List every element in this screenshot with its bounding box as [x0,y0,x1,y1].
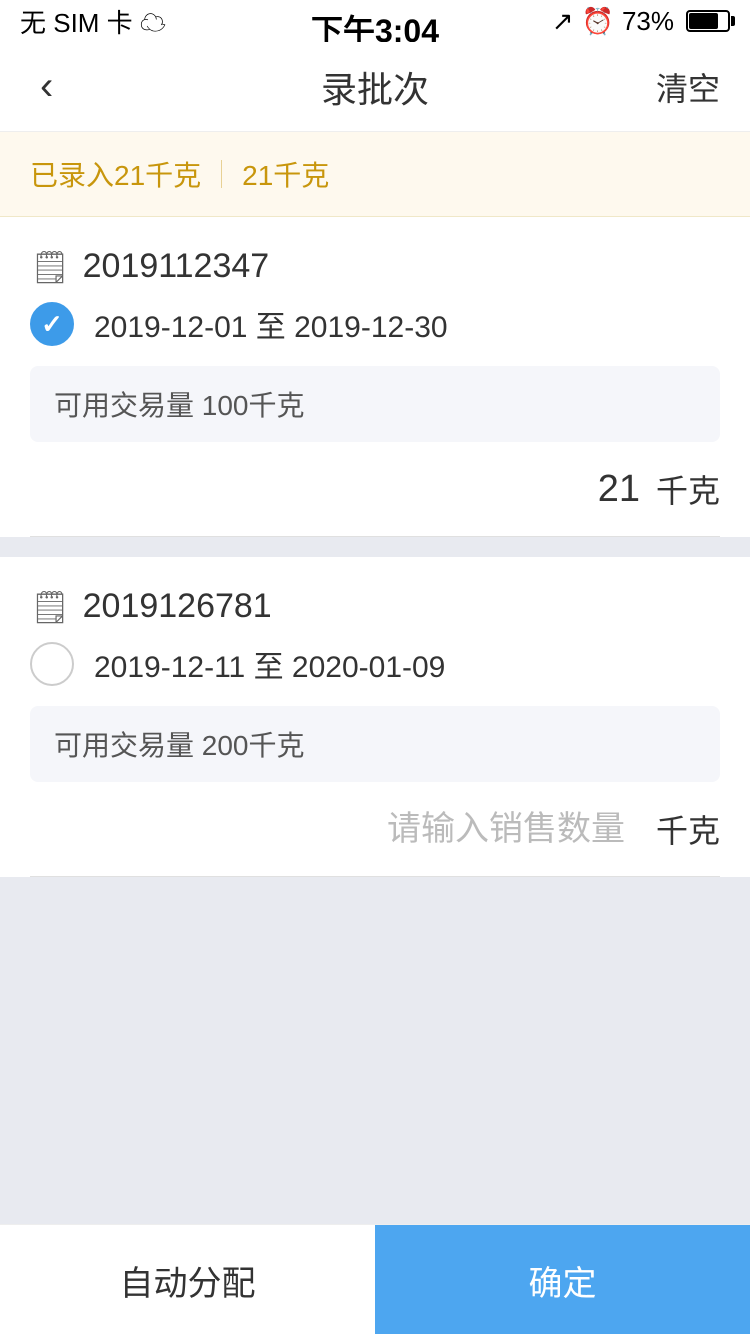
batch1-checkbox[interactable]: ✓ [30,302,74,346]
section-gap [0,537,750,557]
batch2-id: 2019126781 [83,587,272,626]
back-button[interactable]: ‹ [30,54,63,119]
info-divider [221,160,222,188]
batch1-id: 2019112347 [83,247,270,286]
clear-button[interactable]: 清空 [656,64,720,110]
doc-icon-1: 🗒 [30,248,71,286]
recorded-value: 21千克 [242,154,329,194]
batch1-amount: 21 [598,468,640,511]
bottom-bar: 自动分配 确定 [0,1224,750,1334]
doc-icon-2: 🗒 [30,588,71,626]
recorded-label: 已录入21千克 [30,154,201,194]
batch2-date: 2019-12-11 至 2020-01-09 [94,642,445,686]
status-left: 无 SIM 卡 ☁ [20,3,166,40]
batch2-input-row: 千克 [30,782,720,852]
batch1-amount-row: 21 千克 [30,442,720,512]
alarm-icon: ⏰ [582,6,614,37]
battery-icon [686,10,730,32]
location-icon: ↗ [552,6,574,37]
batch1-date-row: ✓ 2019-12-01 至 2019-12-30 [30,302,720,346]
quantity-input[interactable] [340,810,640,849]
batch1-availability: 可用交易量 100千克 [30,366,720,442]
batch2-availability: 可用交易量 200千克 [30,706,720,782]
checkmark-icon: ✓ [41,309,63,340]
auto-distribute-button[interactable]: 自动分配 [0,1225,375,1334]
sim-label: 无 SIM 卡 ☁ [20,3,166,40]
batch2-card: 🗒 2019126781 ✓ 2019-12-11 至 2020-01-09 可… [0,557,750,877]
nav-bar: ‹ 录批次 清空 [0,42,750,132]
battery-percent: 73% [622,6,674,37]
batch1-id-row: 🗒 2019112347 [30,247,720,286]
batch1-card: 🗒 2019112347 ✓ 2019-12-01 至 2019-12-30 可… [0,217,750,537]
batch1-date: 2019-12-01 至 2019-12-30 [94,302,448,346]
batch2-id-row: 🗒 2019126781 [30,587,720,626]
page-title: 录批次 [321,61,429,113]
checkmark-icon-2: ✓ [41,649,63,680]
batch2-checkbox[interactable]: ✓ [30,642,74,686]
status-right: ↗ ⏰ 73% [552,6,730,37]
batch2-date-row: ✓ 2019-12-11 至 2020-01-09 [30,642,720,686]
status-bar: 无 SIM 卡 ☁ 下午3:04 ↗ ⏰ 73% [0,0,750,42]
info-banner: 已录入21千克 21千克 [0,132,750,217]
batch2-unit: 千克 [656,806,720,852]
batch1-unit: 千克 [656,466,720,512]
confirm-button[interactable]: 确定 [375,1225,750,1334]
